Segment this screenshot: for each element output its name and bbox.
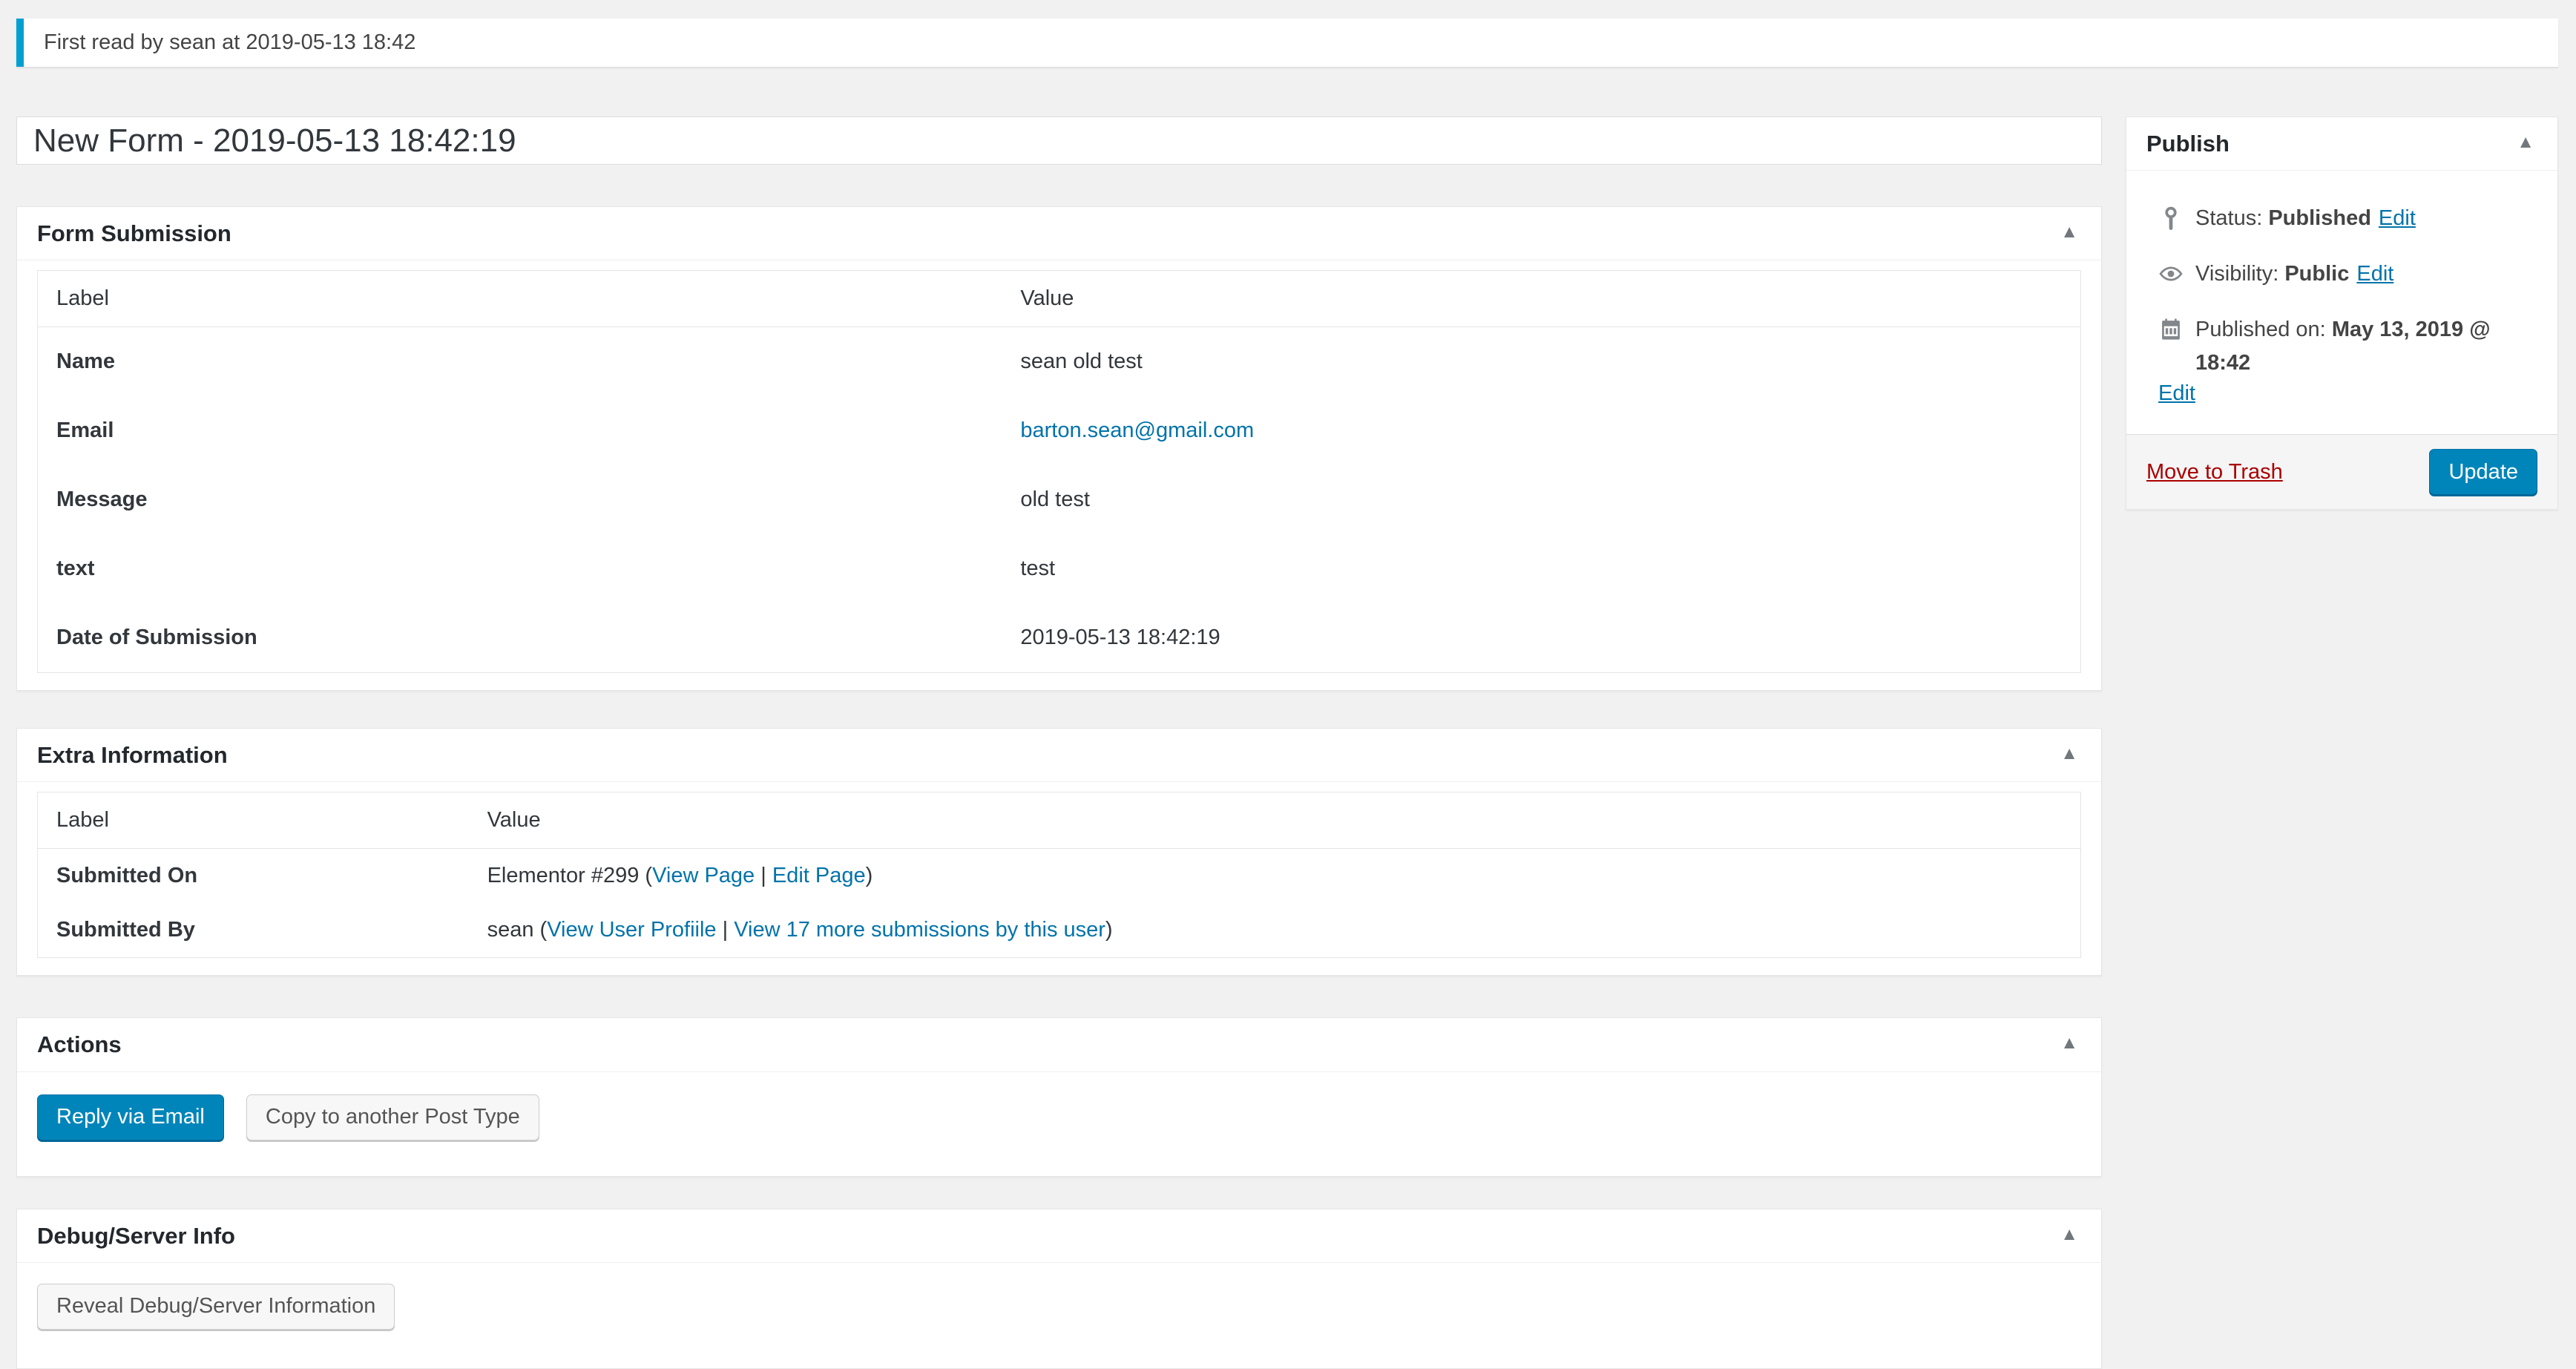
first-read-notice: First read by sean at 2019-05-13 18:42 [16, 19, 2558, 67]
table-row: text test [38, 534, 2081, 603]
panel-form-submission-title: Form Submission [17, 207, 2101, 261]
notice-text: First read by sean at 2019-05-13 18:42 [44, 30, 416, 54]
published-on-text: Published on: May 13, 2019 @ 18:42 [2195, 313, 2537, 380]
extra-information-table: Label Value Submitted On Elementor #299 … [37, 792, 2081, 959]
field-label: Name [56, 349, 115, 374]
calendar-icon [2162, 318, 2180, 340]
edit-status-link[interactable]: Edit [2379, 206, 2416, 230]
visibility-value: Public [2284, 262, 2350, 286]
panel-form-submission-body: Label Value Name sean old test Email bar… [17, 260, 2101, 690]
panel-actions-body: Reply via Email Copy to another Post Typ… [17, 1072, 2101, 1176]
eye-visibility-icon [2159, 266, 2183, 281]
content-columns: Form Submission ▲ Label Value Name sean … [16, 116, 2558, 1369]
status-row: Status: Published Edit [2158, 202, 2537, 235]
value-suffix: ) [1105, 918, 1113, 942]
visibility-label: Visibility: [2195, 262, 2279, 286]
publish-box-body: Status: Published Edit Visibility: Public… [2126, 171, 2557, 434]
table-row: Submitted On Elementor #299 (View Page |… [38, 849, 2081, 904]
column-header-label: Label [37, 270, 1002, 328]
edit-visibility-link[interactable]: Edit [2356, 262, 2393, 286]
published-on-label: Published on: [2195, 318, 2326, 342]
panel-extra-information-body: Label Value Submitted On Elementor #299 … [17, 782, 2101, 975]
publish-box: Publish ▲ Status: Published Edit Visibil… [2126, 116, 2558, 510]
panel-actions-title: Actions [17, 1018, 2101, 1072]
view-more-submissions-link[interactable]: View 17 more submissions by this user [734, 918, 1105, 942]
update-button[interactable]: Update [2429, 449, 2537, 496]
field-label: Email [56, 418, 114, 443]
value-prefix: Elementor #299 ( [487, 864, 653, 888]
collapse-toggle-icon[interactable]: ▲ [2057, 1223, 2081, 1247]
edit-page-link[interactable]: Edit Page [772, 864, 866, 887]
status-value: Published [2268, 206, 2371, 231]
field-label: text [56, 557, 95, 581]
panel-extra-information-title: Extra Information [17, 729, 2101, 783]
field-label: Date of Submission [56, 626, 257, 650]
visibility-text: Visibility: Public Edit [2195, 257, 2393, 291]
table-row: Submitted By sean (View User Profiile | … [38, 903, 2081, 958]
view-page-link[interactable]: View Page [652, 864, 755, 887]
field-value: barton.sean@gmail.com [1002, 396, 2080, 465]
table-row: Email barton.sean@gmail.com [38, 396, 2081, 465]
value-separator: | [716, 918, 735, 942]
reveal-debug-info-button[interactable]: Reveal Debug/Server Information [37, 1283, 395, 1330]
post-title-input[interactable] [16, 116, 2102, 165]
table-row: Name sean old test [38, 327, 2081, 397]
published-on-row: Published on: May 13, 2019 @ 18:42 [2158, 313, 2537, 380]
column-header-value: Value [1002, 270, 2081, 328]
field-value: test [1020, 557, 1056, 581]
form-submission-table: Label Value Name sean old test Email bar… [37, 270, 2081, 674]
publish-box-title: Publish [2126, 117, 2557, 171]
field-label: Message [56, 487, 148, 512]
pin-status-icon [2165, 206, 2177, 231]
field-value: old test [1020, 487, 1090, 512]
status-label: Status: [2195, 206, 2263, 231]
panel-actions: Actions ▲ Reply via Email Copy to anothe… [16, 1017, 2102, 1177]
field-value: sean old test [1020, 349, 1143, 374]
panel-debug-server-info: Debug/Server Info ▲ Reveal Debug/Server … [16, 1208, 2102, 1369]
field-label: Submitted On [56, 864, 198, 888]
main-column: Form Submission ▲ Label Value Name sean … [16, 116, 2102, 1369]
field-value: sean (View User Profiile | View 17 more … [469, 903, 2081, 958]
collapse-toggle-icon[interactable]: ▲ [2057, 1031, 2081, 1055]
table-header-row: Label Value [37, 270, 2081, 328]
field-label: Submitted By [56, 918, 195, 942]
panel-form-submission: Form Submission ▲ Label Value Name sean … [16, 206, 2102, 692]
column-header-label: Label [37, 792, 469, 850]
collapse-toggle-icon[interactable]: ▲ [2057, 742, 2081, 766]
table-header-row: Label Value [37, 792, 2081, 850]
column-header-value: Value [468, 792, 2081, 850]
reply-via-email-button[interactable]: Reply via Email [37, 1094, 224, 1140]
value-prefix: sean ( [487, 918, 548, 942]
collapse-toggle-icon[interactable]: ▲ [2057, 220, 2081, 244]
visibility-row: Visibility: Public Edit [2158, 257, 2537, 291]
copy-to-post-type-button[interactable]: Copy to another Post Type [246, 1094, 539, 1140]
table-row: Message old test [38, 465, 2081, 534]
field-value: 2019-05-13 18:42:19 [1020, 626, 1220, 650]
field-value: Elementor #299 (View Page | Edit Page) [469, 849, 2081, 904]
value-suffix: ) [865, 864, 873, 888]
collapse-toggle-icon[interactable]: ▲ [2514, 131, 2537, 154]
status-text: Status: Published Edit [2195, 202, 2416, 235]
panel-debug-body: Reveal Debug/Server Information [17, 1263, 2101, 1368]
edit-published-on-link[interactable]: Edit [2158, 381, 2195, 406]
panel-extra-information: Extra Information ▲ Label Value Submitte… [16, 728, 2102, 976]
value-separator: | [755, 864, 772, 888]
table-row: Date of Submission 2019-05-13 18:42:19 [38, 603, 2081, 673]
publish-box-footer: Move to Trash Update [2126, 434, 2557, 510]
sidebar: Publish ▲ Status: Published Edit Visibil… [2126, 116, 2558, 510]
move-to-trash-link[interactable]: Move to Trash [2146, 460, 2283, 485]
panel-debug-title: Debug/Server Info [17, 1209, 2101, 1263]
email-link[interactable]: barton.sean@gmail.com [1020, 418, 1254, 442]
view-user-profile-link[interactable]: View User Profiile [547, 918, 716, 942]
